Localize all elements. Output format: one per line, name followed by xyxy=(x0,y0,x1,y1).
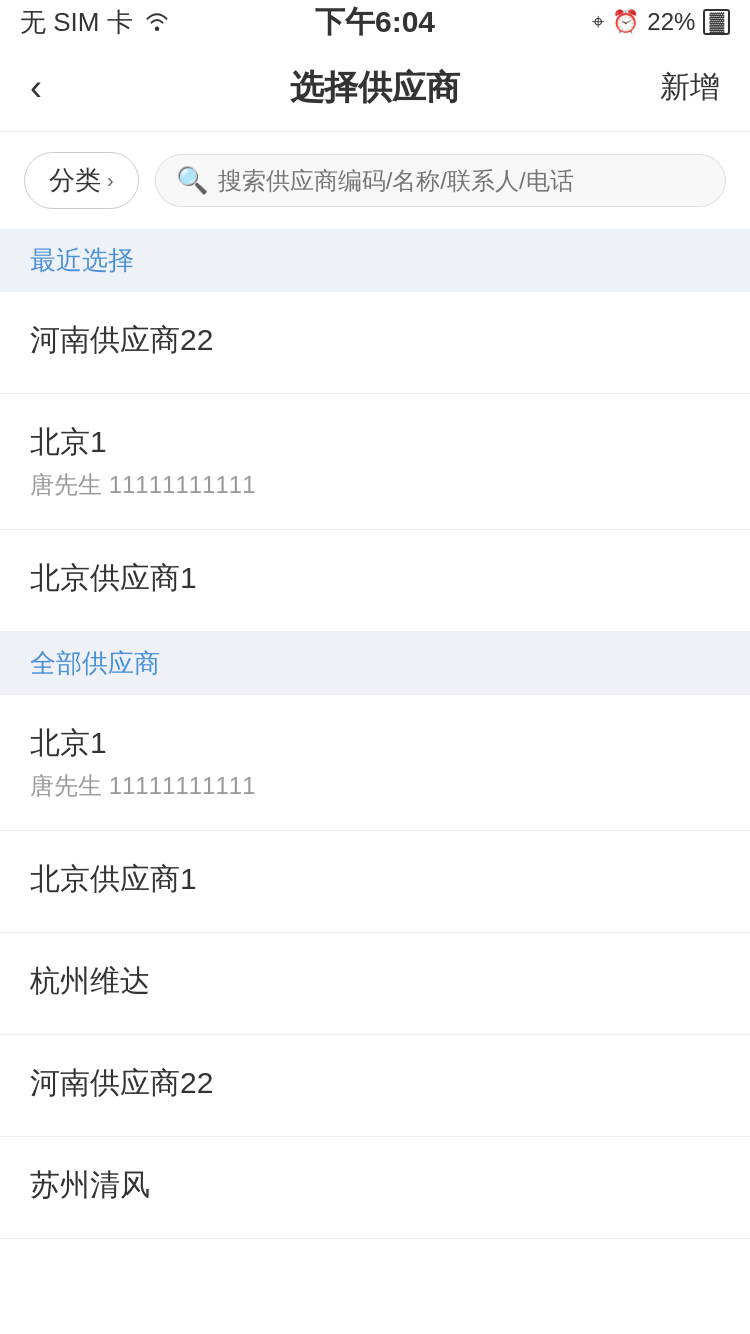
chevron-right-icon: › xyxy=(107,169,114,192)
recent-section-header: 最近选择 xyxy=(0,229,750,292)
filter-bar: 分类 › 🔍 xyxy=(0,132,750,229)
list-item[interactable]: 河南供应商22 xyxy=(0,292,750,394)
item-name: 北京供应商1 xyxy=(30,859,720,900)
list-item[interactable]: 苏州清风 xyxy=(0,1137,750,1239)
status-right: ⌖ ⏰ 22% ▓ xyxy=(592,8,730,36)
nav-bar: ‹ 选择供应商 新增 xyxy=(0,44,750,132)
status-left: 无 SIM 卡 xyxy=(20,5,171,40)
all-section-header: 全部供应商 xyxy=(0,632,750,695)
item-name: 河南供应商22 xyxy=(30,1063,720,1104)
item-name: 河南供应商22 xyxy=(30,320,720,361)
status-bar: 无 SIM 卡 下午6:04 ⌖ ⏰ 22% ▓ xyxy=(0,0,750,44)
no-sim-label: 无 SIM 卡 xyxy=(20,5,133,40)
item-name: 苏州清风 xyxy=(30,1165,720,1206)
location-icon: ⌖ xyxy=(592,9,604,35)
list-item[interactable]: 北京供应商1 xyxy=(0,831,750,933)
wifi-icon xyxy=(143,7,171,38)
item-name: 北京1 xyxy=(30,422,720,463)
item-contact: 唐先生 11111111111 xyxy=(30,469,720,501)
recent-list: 河南供应商22 北京1 唐先生 11111111111 北京供应商1 xyxy=(0,292,750,632)
list-item[interactable]: 北京供应商1 xyxy=(0,530,750,632)
search-input[interactable] xyxy=(218,167,705,195)
search-icon: 🔍 xyxy=(176,165,208,196)
list-item[interactable]: 河南供应商22 xyxy=(0,1035,750,1137)
category-label: 分类 xyxy=(49,163,101,198)
item-name: 北京1 xyxy=(30,723,720,764)
back-button[interactable]: ‹ xyxy=(30,67,90,109)
item-name: 北京供应商1 xyxy=(30,558,720,599)
item-name: 杭州维达 xyxy=(30,961,720,1002)
status-time: 下午6:04 xyxy=(315,2,435,43)
list-item[interactable]: 北京1 唐先生 11111111111 xyxy=(0,695,750,831)
add-button[interactable]: 新增 xyxy=(660,67,720,108)
battery-label: 22% xyxy=(647,8,695,36)
alarm-icon: ⏰ xyxy=(612,9,639,35)
item-contact: 唐先生 11111111111 xyxy=(30,770,720,802)
category-filter[interactable]: 分类 › xyxy=(24,152,139,209)
page-title: 选择供应商 xyxy=(290,65,460,111)
list-item[interactable]: 杭州维达 xyxy=(0,933,750,1035)
battery-icon: ▓ xyxy=(703,9,730,35)
list-item[interactable]: 北京1 唐先生 11111111111 xyxy=(0,394,750,530)
search-box: 🔍 xyxy=(155,154,726,207)
all-list: 北京1 唐先生 11111111111 北京供应商1 杭州维达河南供应商22 苏州清风 xyxy=(0,695,750,1239)
